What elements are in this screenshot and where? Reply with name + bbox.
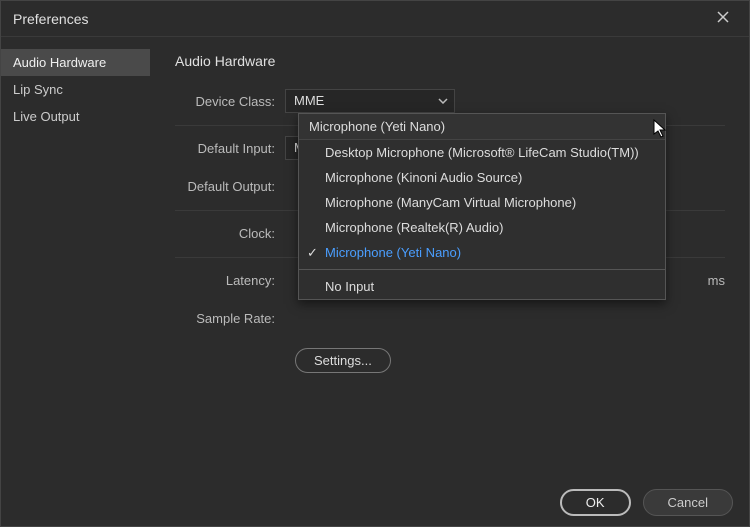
titlebar: Preferences bbox=[1, 1, 749, 37]
section-title: Audio Hardware bbox=[175, 53, 725, 69]
dropdown-option[interactable]: Microphone (ManyCam Virtual Microphone) bbox=[299, 190, 665, 215]
label-clock: Clock: bbox=[175, 226, 285, 241]
row-device-class: Device Class: MME bbox=[175, 87, 725, 115]
device-class-value: MME bbox=[294, 90, 324, 112]
sidebar-item-lip-sync[interactable]: Lip Sync bbox=[1, 76, 150, 103]
dropdown-option-label: Microphone (Yeti Nano) bbox=[325, 245, 461, 260]
sidebar-item-live-output[interactable]: Live Output bbox=[1, 103, 150, 130]
body: Audio Hardware Lip Sync Live Output Audi… bbox=[1, 37, 749, 477]
default-input-dropdown: Microphone (Yeti Nano) Desktop Microphon… bbox=[298, 113, 666, 300]
label-latency: Latency: bbox=[175, 273, 285, 288]
label-default-input: Default Input: bbox=[175, 141, 285, 156]
sidebar: Audio Hardware Lip Sync Live Output bbox=[1, 37, 151, 477]
window-title: Preferences bbox=[13, 11, 88, 27]
label-sample-rate: Sample Rate: bbox=[175, 311, 285, 326]
dropdown-option-selected[interactable]: ✓ Microphone (Yeti Nano) bbox=[299, 240, 665, 265]
latency-unit: ms bbox=[708, 273, 725, 288]
dropdown-header: Microphone (Yeti Nano) bbox=[299, 114, 665, 140]
label-default-output: Default Output: bbox=[175, 179, 285, 194]
dropdown-separator bbox=[299, 269, 665, 270]
sidebar-item-audio-hardware[interactable]: Audio Hardware bbox=[1, 49, 150, 76]
device-class-select[interactable]: MME bbox=[285, 89, 455, 113]
dropdown-option-no-input[interactable]: No Input bbox=[299, 274, 665, 299]
ok-button[interactable]: OK bbox=[560, 489, 631, 516]
checkmark-icon: ✓ bbox=[307, 245, 318, 261]
footer: OK Cancel bbox=[560, 489, 733, 516]
cancel-button[interactable]: Cancel bbox=[643, 489, 733, 516]
row-sample-rate: Sample Rate: bbox=[175, 304, 725, 332]
dropdown-option[interactable]: Desktop Microphone (Microsoft® LifeCam S… bbox=[299, 140, 665, 165]
main-panel: Audio Hardware Device Class: MME Default… bbox=[151, 37, 749, 477]
preferences-window: Preferences Audio Hardware Lip Sync Live… bbox=[0, 0, 750, 527]
chevron-down-icon bbox=[438, 98, 448, 104]
settings-button[interactable]: Settings... bbox=[295, 348, 391, 373]
dropdown-option[interactable]: Microphone (Realtek(R) Audio) bbox=[299, 215, 665, 240]
close-icon[interactable] bbox=[709, 6, 737, 32]
label-device-class: Device Class: bbox=[175, 94, 285, 109]
dropdown-option[interactable]: Microphone (Kinoni Audio Source) bbox=[299, 165, 665, 190]
